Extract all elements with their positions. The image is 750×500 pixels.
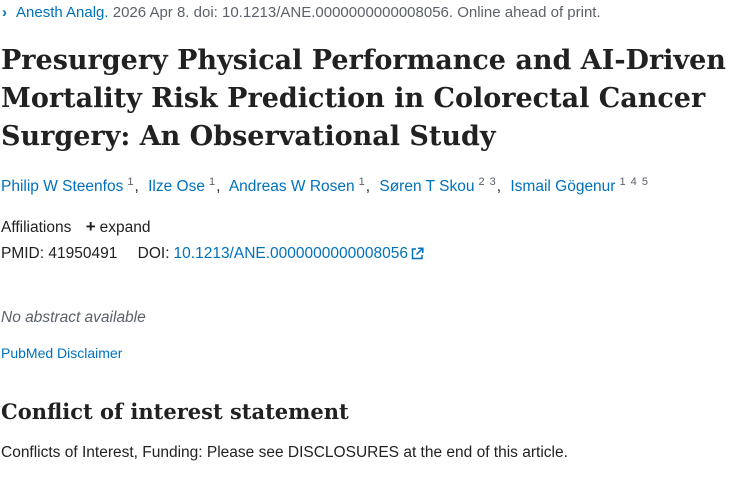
doi-link[interactable]: 10.1213/ANE.0000000000008056: [174, 245, 424, 262]
conflict-heading: Conflict of interest statement: [1, 399, 349, 424]
author-separator: ,: [134, 178, 139, 195]
chevron-right-icon[interactable]: ›: [2, 4, 16, 21]
author-link[interactable]: Ismail Gögenur: [510, 178, 615, 195]
author-link[interactable]: Philip W Steenfos: [1, 178, 123, 195]
pmid-value: 41950491: [48, 245, 118, 262]
affiliation-ref[interactable]: 1: [359, 176, 366, 188]
affiliations-row: Affiliations + expand: [1, 217, 150, 237]
expand-label: expand: [99, 219, 151, 236]
author-link[interactable]: Søren T Skou: [379, 178, 474, 195]
author-separator: ,: [365, 178, 371, 195]
journal-link[interactable]: Anesth Analg.: [16, 4, 109, 21]
author-separator: ,: [216, 178, 221, 195]
conflict-statement: Conflicts of Interest, Funding: Please s…: [1, 444, 568, 461]
doi-value: 10.1213/ANE.0000000000008056: [173, 245, 408, 262]
authors-list: Philip W Steenfos 1, Ilze Ose 1, Andreas W…: [1, 176, 649, 196]
affiliations-expand-button[interactable]: + expand: [85, 217, 151, 236]
pmid-label: PMID:: [1, 245, 45, 262]
pubmed-disclaimer-link[interactable]: PubMed Disclaimer: [1, 345, 122, 361]
external-link-icon: [411, 247, 424, 265]
affiliation-ref[interactable]: 2 3: [478, 176, 496, 188]
citation-details: 2026 Apr 8. doi: 10.1213/ANE.00000000000…: [112, 4, 601, 21]
identifiers-row: PMID: 41950491 DOI: 10.1213/ANE.000000000…: [1, 245, 424, 265]
author-separator: ,: [496, 178, 502, 195]
citation-line: › Anesth Analg. 2026 Apr 8. doi: 10.1213/…: [2, 4, 601, 21]
affiliation-ref[interactable]: 1: [209, 176, 216, 188]
doi-label: DOI:: [137, 245, 170, 262]
author-link[interactable]: Ilze Ose: [148, 178, 205, 195]
affiliation-ref[interactable]: 1 4 5: [619, 176, 648, 188]
article-title: Presurgery Physical Performance and AI-D…: [1, 45, 726, 152]
author-link[interactable]: Andreas W Rosen: [229, 178, 355, 195]
affiliations-label: Affiliations: [1, 219, 72, 236]
no-abstract-note: No abstract available: [1, 309, 146, 326]
article-page: › Anesth Analg. 2026 Apr 8. doi: 10.1213/…: [0, 0, 750, 500]
plus-icon: +: [85, 217, 96, 236]
